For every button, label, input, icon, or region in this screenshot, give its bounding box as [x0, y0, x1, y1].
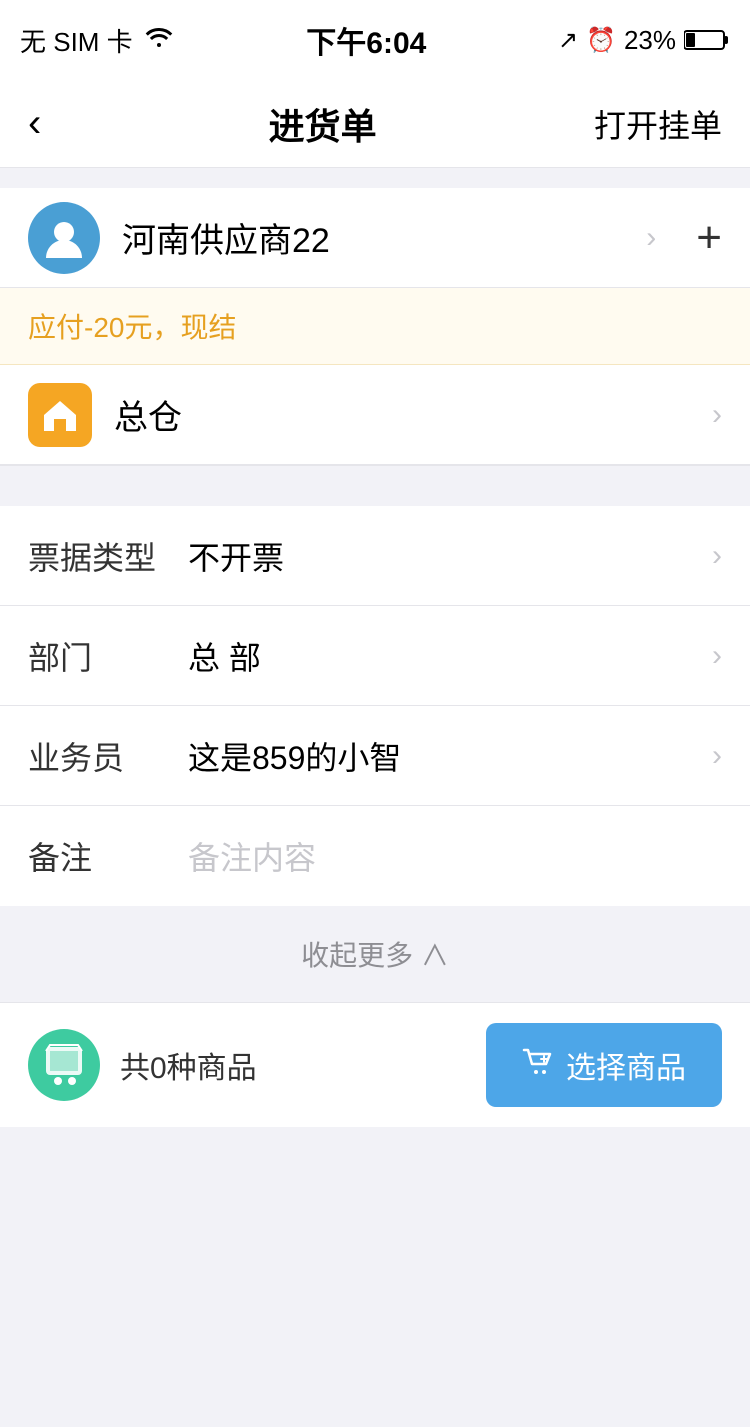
remarks-label: 备注	[28, 833, 168, 879]
department-chevron-icon: ›	[712, 639, 722, 673]
battery-text: 23%	[624, 25, 676, 56]
warehouse-name: 总仓	[114, 390, 712, 439]
cart-icon	[42, 1043, 86, 1087]
warehouse-icon	[28, 383, 92, 447]
alarm-icon: ⏰	[586, 26, 616, 55]
supplier-chevron-icon: ›	[646, 221, 656, 255]
invoice-value: 不开票	[188, 533, 702, 579]
nav-bar: ‹ 进货单 打开挂单	[0, 80, 750, 168]
bottom-bar: 共0种商品 选择商品	[0, 1002, 750, 1127]
department-value: 总 部	[188, 633, 702, 679]
mid-divider	[0, 466, 750, 486]
notice-banner: 应付-20元，现结	[0, 288, 750, 365]
select-cart-icon	[522, 1048, 554, 1083]
remaining-bg	[0, 1127, 750, 1427]
page-title: 进货单	[269, 98, 377, 150]
salesman-row[interactable]: 业务员 这是859的小智 ›	[0, 706, 750, 806]
remarks-input[interactable]: 备注内容	[188, 833, 722, 879]
supplier-row[interactable]: 河南供应商22 › +	[0, 188, 750, 288]
open-pending-button[interactable]: 打开挂单	[594, 101, 722, 147]
battery-icon	[684, 29, 730, 51]
salesman-label: 业务员	[28, 733, 168, 779]
status-right: ↗ ⏰ 23%	[558, 25, 730, 56]
department-row[interactable]: 部门 总 部 ›	[0, 606, 750, 706]
status-bar: 无 SIM 卡 下午6:04 ↗ ⏰ 23%	[0, 0, 750, 80]
supplier-avatar	[28, 202, 100, 274]
status-left: 无 SIM 卡	[20, 22, 175, 59]
supplier-name: 河南供应商22	[122, 213, 646, 262]
user-icon	[40, 214, 88, 262]
department-label: 部门	[28, 633, 168, 679]
salesman-value: 这是859的小智	[188, 733, 702, 779]
home-icon	[40, 395, 80, 435]
collapse-label: 收起更多 ∧	[301, 934, 449, 974]
product-count-text: 共0种商品	[120, 1043, 486, 1087]
form-section: 票据类型 不开票 › 部门 总 部 › 业务员 这是859的小智 › 备注 备注…	[0, 506, 750, 906]
carrier-text: 无 SIM 卡	[20, 22, 133, 59]
wifi-icon	[143, 25, 175, 56]
collapse-row[interactable]: 收起更多 ∧	[0, 906, 750, 1002]
invoice-chevron-icon: ›	[712, 539, 722, 573]
status-time: 下午6:04	[306, 18, 426, 62]
top-divider	[0, 168, 750, 188]
warehouse-row[interactable]: 总仓 ›	[0, 365, 750, 465]
remarks-row[interactable]: 备注 备注内容	[0, 806, 750, 906]
invoice-type-row[interactable]: 票据类型 不开票 ›	[0, 506, 750, 606]
back-button[interactable]: ‹	[28, 91, 51, 156]
notice-text: 应付-20元，现结	[28, 312, 236, 343]
warehouse-chevron-icon: ›	[712, 398, 722, 432]
location-icon: ↗	[558, 26, 578, 55]
salesman-chevron-icon: ›	[712, 739, 722, 773]
add-supplier-button[interactable]: +	[696, 213, 722, 263]
select-product-label: 选择商品	[566, 1043, 686, 1087]
invoice-label: 票据类型	[28, 533, 168, 579]
product-icon	[28, 1029, 100, 1101]
select-product-button[interactable]: 选择商品	[486, 1023, 722, 1107]
